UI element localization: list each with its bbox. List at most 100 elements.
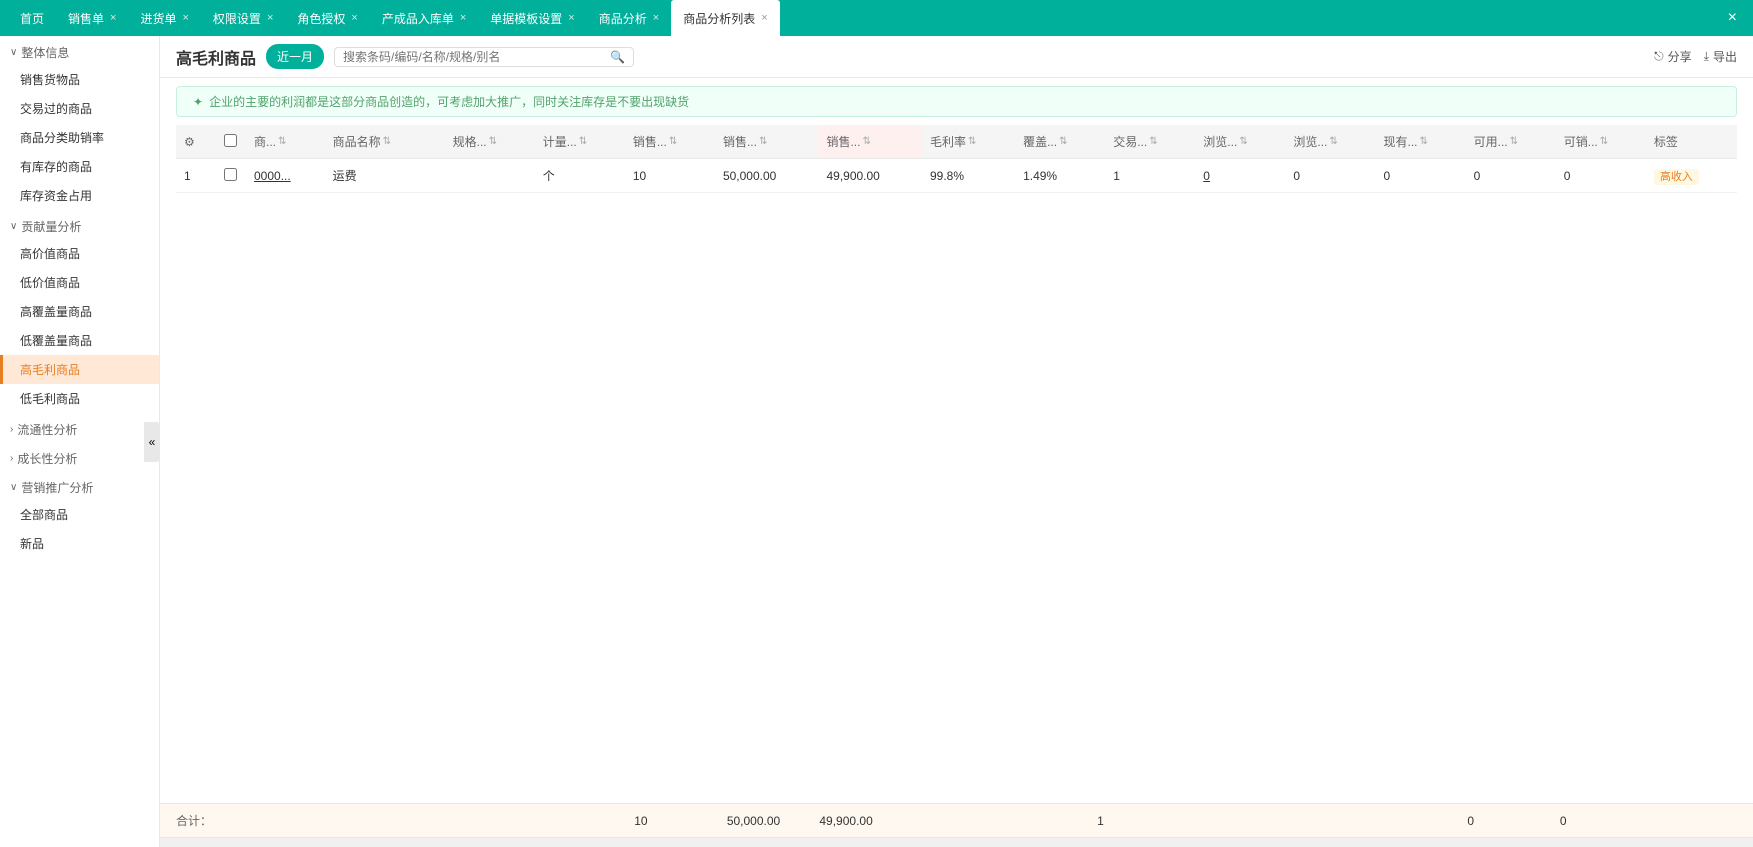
nav-product-in-close[interactable]: ×	[460, 12, 466, 24]
col-gross-margin[interactable]: 毛利率⇅	[922, 125, 1015, 159]
col-settings[interactable]: ⚙	[176, 125, 216, 159]
sidebar-group-overview[interactable]: ∨ 整体信息	[0, 36, 159, 65]
page-title: 高毛利商品	[176, 45, 256, 69]
share-button[interactable]: ⎋ 分享	[1654, 48, 1692, 65]
search-wrap[interactable]: 🔍	[334, 47, 634, 67]
cell-name[interactable]: 运费	[325, 159, 445, 193]
cell-checkbox[interactable]	[216, 159, 246, 193]
sort-icon-coverage[interactable]: ⇅	[1059, 136, 1067, 147]
sort-icon-views2[interactable]: ⇅	[1329, 136, 1337, 147]
sidebar-item-stocked-goods[interactable]: 有库存的商品	[0, 152, 159, 181]
sort-icon-spec[interactable]: ⇅	[489, 136, 497, 147]
col-checkbox[interactable]	[216, 125, 246, 159]
goods-table: ⚙ 商...⇅ 商品名称⇅ 规格...⇅	[176, 125, 1737, 193]
footer-sales-profit: 49,900.00	[811, 814, 904, 828]
nav-template-close[interactable]: ×	[568, 12, 574, 24]
sidebar-item-high-margin[interactable]: 高毛利商品	[0, 355, 159, 384]
sidebar-item-all-goods[interactable]: 全部商品	[0, 500, 159, 529]
nav-home[interactable]: 首页	[8, 0, 56, 36]
footer-sellable: 0	[1552, 814, 1645, 828]
filter-recent-month[interactable]: 近一月	[266, 44, 324, 69]
cell-unit: 个	[535, 159, 625, 193]
select-all-checkbox[interactable]	[224, 134, 237, 147]
cell-gross-margin: 99.8%	[922, 159, 1015, 193]
sidebar-item-new-goods[interactable]: 新品	[0, 529, 159, 558]
nav-role[interactable]: 角色授权 ×	[285, 0, 369, 36]
sort-icon-sellable[interactable]: ⇅	[1600, 136, 1608, 147]
sidebar-item-sales-goods[interactable]: 销售货物品	[0, 65, 159, 94]
nav-analysis-list-close[interactable]: ×	[761, 12, 767, 24]
sidebar-group-liquidity[interactable]: › 流通性分析	[0, 413, 159, 442]
sidebar-collapse-btn[interactable]: «	[144, 422, 160, 462]
row-checkbox[interactable]	[224, 168, 237, 181]
window-close[interactable]: ×	[1720, 9, 1745, 27]
col-transactions[interactable]: 交易...⇅	[1105, 125, 1195, 159]
sort-icon-views1[interactable]: ⇅	[1239, 136, 1247, 147]
col-sales-profit[interactable]: 销售...⇅	[818, 125, 922, 159]
nav-product-in[interactable]: 产成品入库单 ×	[370, 0, 478, 36]
sort-icon-name[interactable]: ⇅	[383, 136, 391, 147]
sort-icon-code[interactable]: ⇅	[278, 136, 286, 147]
sort-icon-sales-profit[interactable]: ⇅	[862, 136, 870, 147]
info-text: 企业的主要的利润都是这部分商品创造的，可考虑加大推广，同时关注库存是不要出现缺货	[209, 93, 689, 110]
horizontal-scrollbar[interactable]	[160, 837, 1753, 847]
nav-analysis[interactable]: 商品分析 ×	[587, 0, 671, 36]
col-name[interactable]: 商品名称⇅	[325, 125, 445, 159]
sidebar-group-marketing[interactable]: ∨ 营销推广分析	[0, 471, 159, 500]
nav-sales-close[interactable]: ×	[110, 12, 116, 24]
main-layout: « ∨ 整体信息 销售货物品 交易过的商品 商品分类助销率 有库存的商品 库存资…	[0, 36, 1753, 847]
sidebar-item-stock-capital[interactable]: 库存资金占用	[0, 181, 159, 210]
col-views2[interactable]: 浏览...⇅	[1285, 125, 1375, 159]
col-sellable[interactable]: 可销...⇅	[1556, 125, 1646, 159]
footer-summary: 合计： 10 50,000.00 49,900.00 1 0 0	[160, 803, 1753, 837]
sidebar-item-high-value[interactable]: 高价值商品	[0, 239, 159, 268]
export-button[interactable]: ⤓ 导出	[1704, 48, 1737, 65]
cell-views1[interactable]: 0	[1195, 159, 1285, 193]
col-views1[interactable]: 浏览...⇅	[1195, 125, 1285, 159]
nav-analysis-list[interactable]: 商品分析列表 ×	[671, 0, 779, 36]
sidebar-group-contribution[interactable]: ∨ 贡献量分析	[0, 210, 159, 239]
footer-label: 合计：	[176, 812, 256, 829]
sidebar-item-category-rate[interactable]: 商品分类助销率	[0, 123, 159, 152]
col-coverage[interactable]: 覆盖...⇅	[1015, 125, 1105, 159]
sidebar-group-growth[interactable]: › 成长性分析	[0, 442, 159, 471]
nav-permission[interactable]: 权限设置 ×	[201, 0, 285, 36]
sidebar-item-low-coverage[interactable]: 低覆盖量商品	[0, 326, 159, 355]
col-code[interactable]: 商...⇅	[246, 125, 325, 159]
nav-permission-close[interactable]: ×	[267, 12, 273, 24]
search-input[interactable]	[343, 50, 610, 64]
search-icon[interactable]: 🔍	[610, 50, 625, 64]
cell-code[interactable]: 0000...	[246, 159, 325, 193]
sidebar-item-low-margin[interactable]: 低毛利商品	[0, 384, 159, 413]
nav-template[interactable]: 单据模板设置 ×	[478, 0, 586, 36]
cell-sales-qty: 10	[625, 159, 715, 193]
info-bar: ✦ 企业的主要的利润都是这部分商品创造的，可考虑加大推广，同时关注库存是不要出现…	[176, 86, 1737, 117]
sidebar: « ∨ 整体信息 销售货物品 交易过的商品 商品分类助销率 有库存的商品 库存资…	[0, 36, 160, 847]
sort-icon-sales-amount[interactable]: ⇅	[759, 136, 767, 147]
table-row: 1 0000... 运费 个 10 50,000.00 49,900.00 99…	[176, 159, 1737, 193]
sort-icon-available[interactable]: ⇅	[1510, 136, 1518, 147]
sort-icon-transactions[interactable]: ⇅	[1149, 136, 1157, 147]
sort-icon-gross-margin[interactable]: ⇅	[968, 136, 976, 147]
sidebar-item-low-value[interactable]: 低价值商品	[0, 268, 159, 297]
nav-purchase-close[interactable]: ×	[182, 12, 188, 24]
sort-icon-current-stock[interactable]: ⇅	[1420, 136, 1428, 147]
col-unit[interactable]: 计量...⇅	[535, 125, 625, 159]
nav-analysis-close[interactable]: ×	[653, 12, 659, 24]
nav-role-close[interactable]: ×	[351, 12, 357, 24]
cell-no: 1	[176, 159, 216, 193]
nav-purchase[interactable]: 进货单 ×	[128, 0, 200, 36]
cell-tag: 高收入	[1646, 159, 1737, 193]
col-available[interactable]: 可用...⇅	[1466, 125, 1556, 159]
sidebar-item-traded-goods[interactable]: 交易过的商品	[0, 94, 159, 123]
col-current-stock[interactable]: 现有...⇅	[1376, 125, 1466, 159]
nav-sales[interactable]: 销售单 ×	[56, 0, 128, 36]
cell-sellable: 0	[1556, 159, 1646, 193]
col-sales-qty[interactable]: 销售...⇅	[625, 125, 715, 159]
sort-icon-unit[interactable]: ⇅	[579, 136, 587, 147]
col-sales-amount[interactable]: 销售...⇅	[715, 125, 819, 159]
header-actions: ⎋ 分享 ⤓ 导出	[1654, 48, 1737, 65]
sort-icon-sales-qty[interactable]: ⇅	[669, 136, 677, 147]
col-spec[interactable]: 规格...⇅	[445, 125, 535, 159]
sidebar-item-high-coverage[interactable]: 高覆盖量商品	[0, 297, 159, 326]
